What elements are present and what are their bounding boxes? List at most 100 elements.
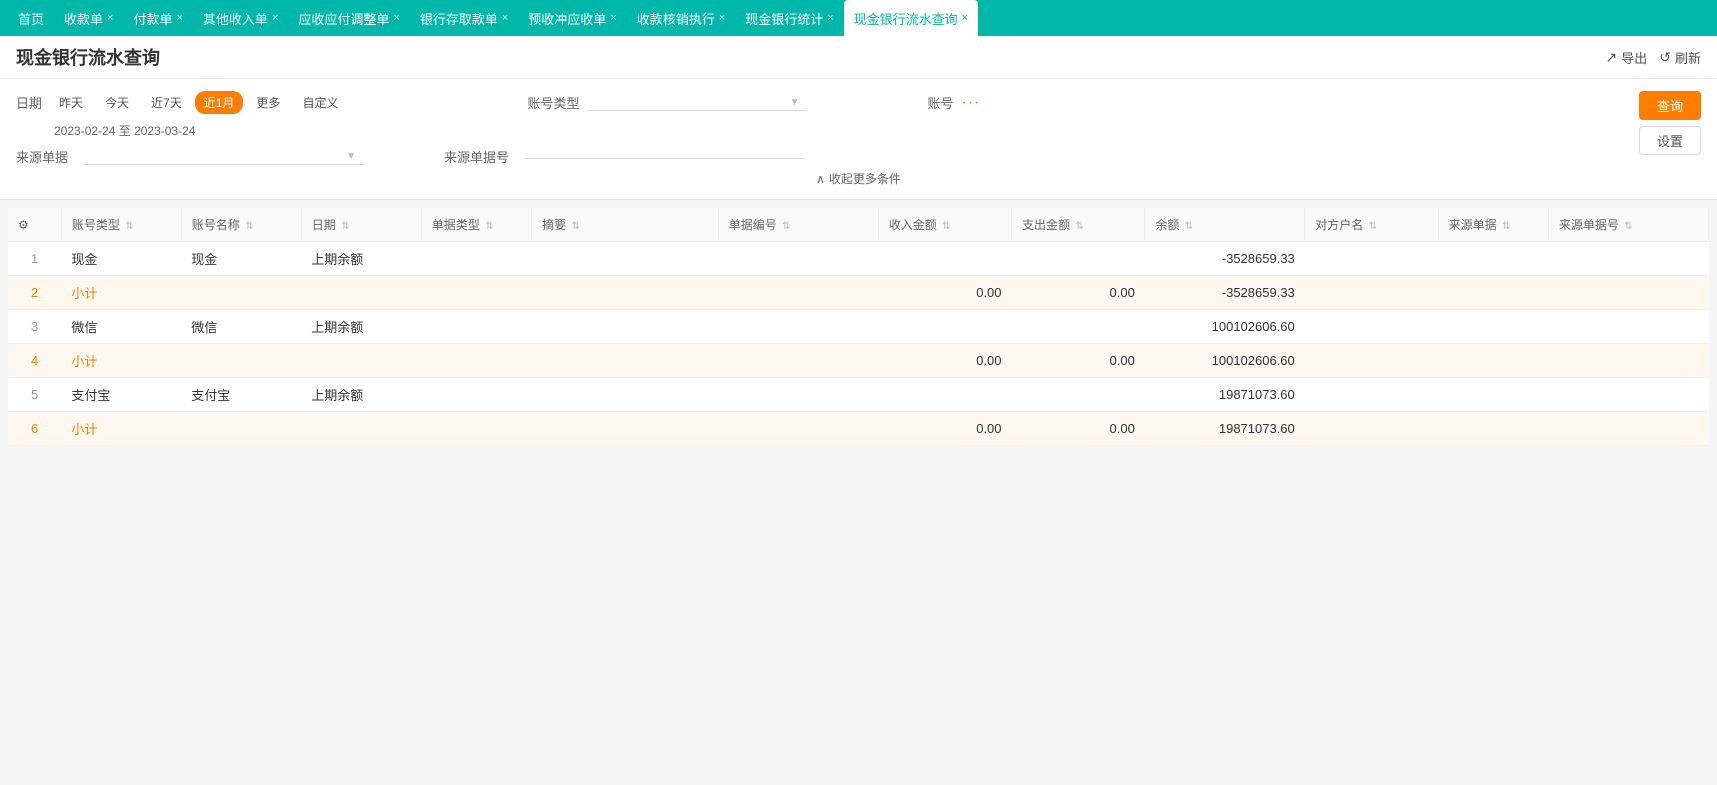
cell-srcvoucherno [1548, 378, 1708, 412]
nav-item-other-income[interactable]: 其他收入单 × [193, 0, 288, 36]
cell-srcvoucherno [1548, 344, 1708, 378]
date-btn-more[interactable]: 更多 [247, 91, 289, 114]
nav-label-other-income: 其他收入单 [203, 9, 268, 28]
nav-close-other-income[interactable]: × [272, 12, 278, 24]
th-acctname-label: 账号名称 [192, 218, 240, 232]
nav-item-prepay[interactable]: 预收冲应收单 × [518, 0, 626, 36]
nav-close-verify[interactable]: × [719, 12, 725, 24]
cell-rownum: 1 [8, 242, 61, 276]
nav-close-bank[interactable]: × [502, 12, 508, 24]
cell-accttype: 小计 [61, 276, 181, 310]
src-voucher-no-input[interactable] [525, 154, 805, 159]
nav-item-stats[interactable]: 现金银行统计 × [735, 0, 843, 36]
nav-close-adj[interactable]: × [393, 12, 399, 24]
cell-doctype [421, 378, 531, 412]
sort-date-icon: ⇅ [341, 221, 349, 232]
nav-close-cashflow[interactable]: × [962, 12, 968, 24]
sort-counterpart-icon: ⇅ [1369, 221, 1377, 232]
date-btn-custom[interactable]: 自定义 [293, 91, 347, 114]
sort-doctype-icon: ⇅ [485, 221, 493, 232]
cell-income: 0.00 [878, 276, 1011, 310]
acct-type-dropdown-icon: ▼ [790, 97, 800, 108]
sort-accttype-icon: ⇅ [125, 221, 133, 232]
nav-item-payment[interactable]: 付款单 × [123, 0, 192, 36]
data-table: ⚙ 账号类型 ⇅ 账号名称 ⇅ 日期 ⇅ 单据类型 ⇅ [8, 208, 1709, 446]
cell-rownum: 3 [8, 310, 61, 344]
query-button[interactable]: 查询 [1639, 91, 1701, 120]
table-row: 6小计0.000.0019871073.60 [8, 412, 1709, 446]
nav-item-cashflow[interactable]: 现金银行流水查询 × [844, 0, 978, 36]
header-actions: ↗ 导出 ↺ 刷新 [1606, 48, 1702, 67]
th-srcvoucherno[interactable]: 来源单据号 ⇅ [1548, 208, 1708, 242]
src-voucher-no-label: 来源单据号 [444, 147, 509, 166]
filter-field-src-voucher-no: 来源单据号 [444, 147, 805, 166]
th-expense-label: 支出金额 [1022, 218, 1070, 232]
th-counterpart-label: 对方户名 [1315, 218, 1363, 232]
th-accttype[interactable]: 账号类型 ⇅ [61, 208, 181, 242]
setting-button[interactable]: 设置 [1639, 126, 1701, 155]
date-btn-1month[interactable]: 近1月 [195, 91, 244, 114]
date-btn-today[interactable]: 今天 [96, 91, 138, 114]
nav-close-receipt[interactable]: × [107, 12, 113, 24]
src-voucher-select[interactable]: ▼ [84, 149, 364, 165]
cell-summary [532, 242, 719, 276]
cell-acctname [181, 276, 301, 310]
nav-label-adj: 应收应付调整单 [298, 9, 389, 28]
th-accttype-label: 账号类型 [72, 218, 120, 232]
nav-close-payment[interactable]: × [176, 12, 182, 24]
th-expense[interactable]: 支出金额 ⇅ [1012, 208, 1145, 242]
filter-row-source: 来源单据 ▼ 来源单据号 [16, 147, 1623, 166]
cell-accttype: 小计 [61, 412, 181, 446]
cell-date [301, 412, 421, 446]
cell-summary [532, 344, 719, 378]
acct-type-label: 账号类型 [527, 93, 579, 112]
cell-income [878, 242, 1011, 276]
acct-type-select[interactable]: ▼ [587, 95, 807, 111]
cell-rownum: 6 [8, 412, 61, 446]
src-voucher-dropdown-icon: ▼ [346, 151, 356, 162]
cell-balance: -3528659.33 [1145, 242, 1305, 276]
table-row: 5支付宝支付宝上期余额19871073.60 [8, 378, 1709, 412]
cell-expense: 0.00 [1012, 344, 1145, 378]
nav-close-stats[interactable]: × [827, 12, 833, 24]
date-btn-7days[interactable]: 近7天 [142, 91, 191, 114]
th-income[interactable]: 收入金额 ⇅ [878, 208, 1011, 242]
th-date-label: 日期 [312, 218, 336, 232]
nav-item-home[interactable]: 首页 [8, 0, 54, 36]
th-docno[interactable]: 单据编号 ⇅ [718, 208, 878, 242]
nav-close-prepay[interactable]: × [610, 12, 616, 24]
cell-balance: 19871073.60 [1145, 378, 1305, 412]
cell-docno [718, 276, 878, 310]
sort-acctname-icon: ⇅ [245, 221, 253, 232]
nav-item-bank[interactable]: 银行存取款单 × [410, 0, 518, 36]
cell-srcvoucher [1438, 344, 1548, 378]
nav-item-adj[interactable]: 应收应付调整单 × [288, 0, 409, 36]
date-range-text: 2023-02-24 至 2023-03-24 [54, 124, 195, 138]
th-summary[interactable]: 摘要 ⇅ [532, 208, 719, 242]
th-balance[interactable]: 余额 ⇅ [1145, 208, 1305, 242]
th-counterpart[interactable]: 对方户名 ⇅ [1305, 208, 1438, 242]
cell-accttype: 小计 [61, 344, 181, 378]
cell-doctype [421, 242, 531, 276]
th-acctname[interactable]: 账号名称 ⇅ [181, 208, 301, 242]
filter-left: 日期 昨天 今天 近7天 近1月 更多 自定义 账号类型 ▼ 账号 ··· [16, 91, 1623, 166]
table-row: 1现金现金上期余额-3528659.33 [8, 242, 1709, 276]
src-voucher-label: 来源单据 [16, 147, 68, 166]
refresh-button[interactable]: ↺ 刷新 [1659, 48, 1701, 67]
gear-icon[interactable]: ⚙ [18, 218, 29, 232]
cell-docno [718, 242, 878, 276]
acct-label: 账号 [927, 93, 953, 112]
acct-more-icon[interactable]: ··· [961, 94, 980, 112]
filter-main: 日期 昨天 今天 近7天 近1月 更多 自定义 账号类型 ▼ 账号 ··· [16, 91, 1701, 166]
export-button[interactable]: ↗ 导出 [1606, 48, 1648, 67]
date-btn-yesterday[interactable]: 昨天 [50, 91, 92, 114]
collapse-bar[interactable]: ∧ 收起更多条件 [16, 166, 1701, 187]
cell-srcvoucher [1438, 310, 1548, 344]
th-srcvoucher[interactable]: 来源单据 ⇅ [1438, 208, 1548, 242]
th-doctype[interactable]: 单据类型 ⇅ [421, 208, 531, 242]
cell-acctname: 现金 [181, 242, 301, 276]
th-date[interactable]: 日期 ⇅ [301, 208, 421, 242]
nav-item-receipt[interactable]: 收款单 × [54, 0, 123, 36]
cell-balance: 100102606.60 [1145, 310, 1305, 344]
nav-item-verify[interactable]: 收款核销执行 × [627, 0, 735, 36]
